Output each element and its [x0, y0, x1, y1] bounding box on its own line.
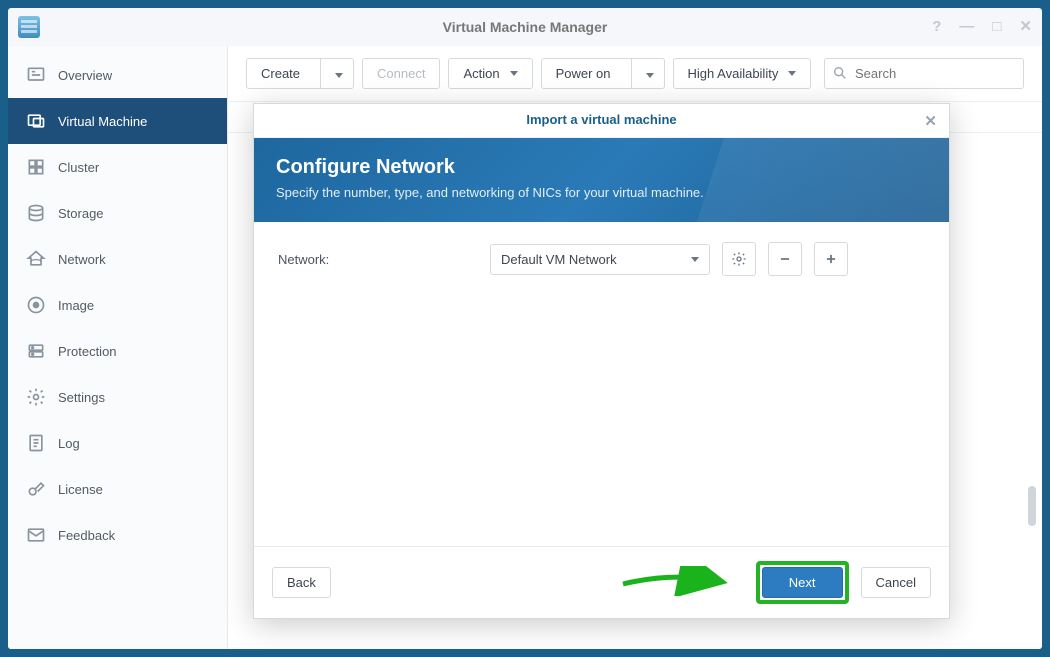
- cancel-button[interactable]: Cancel: [861, 567, 931, 598]
- sidebar: Overview Virtual Machine Cluster Storage…: [8, 46, 228, 649]
- sidebar-item-overview[interactable]: Overview: [8, 52, 227, 98]
- dialog-subheading: Specify the number, type, and networking…: [276, 185, 927, 200]
- vm-icon: [26, 111, 46, 131]
- search-input[interactable]: [824, 58, 1024, 89]
- close-icon[interactable]: ✕: [1019, 8, 1032, 46]
- create-button-label: Create: [247, 59, 314, 88]
- cluster-icon: [26, 157, 46, 177]
- sidebar-item-image[interactable]: Image: [8, 282, 227, 328]
- settings-icon: [26, 387, 46, 407]
- sidebar-item-label: Feedback: [58, 528, 115, 543]
- dialog-footer: Back Next Cancel: [254, 546, 949, 618]
- action-button-label: Action: [463, 66, 499, 81]
- sidebar-item-label: Cluster: [58, 160, 99, 175]
- app-title: Virtual Machine Manager: [443, 19, 608, 35]
- maximize-icon[interactable]: □: [992, 8, 1001, 46]
- network-add-button[interactable]: [814, 242, 848, 276]
- sidebar-item-label: Log: [58, 436, 80, 451]
- log-icon: [26, 433, 46, 453]
- image-icon: [26, 295, 46, 315]
- network-field-row: Network: Default VM Network: [278, 242, 925, 276]
- sidebar-item-network[interactable]: Network: [8, 236, 227, 282]
- connect-button[interactable]: Connect: [362, 58, 440, 89]
- feedback-icon: [26, 525, 46, 545]
- chevron-down-icon: [691, 257, 699, 262]
- search-icon: [832, 65, 848, 81]
- chevron-down-icon: [788, 71, 796, 76]
- sidebar-item-label: Storage: [58, 206, 104, 221]
- sidebar-item-label: Virtual Machine: [58, 114, 147, 129]
- network-remove-button[interactable]: [768, 242, 802, 276]
- power-on-dropdown-icon[interactable]: [631, 59, 664, 88]
- sidebar-item-log[interactable]: Log: [8, 420, 227, 466]
- next-button[interactable]: Next: [762, 567, 843, 598]
- next-button-highlight: Next: [756, 561, 849, 604]
- dialog-hero: Configure Network Specify the number, ty…: [254, 138, 949, 222]
- protection-icon: [26, 341, 46, 361]
- dialog-title: Import a virtual machine ✕: [254, 104, 949, 138]
- overview-icon: [26, 65, 46, 85]
- network-icon: [26, 249, 46, 269]
- dialog-heading: Configure Network: [276, 156, 927, 179]
- sidebar-item-label: Protection: [58, 344, 117, 359]
- sidebar-item-settings[interactable]: Settings: [8, 374, 227, 420]
- power-on-label: Power on: [542, 59, 625, 88]
- app-window: Virtual Machine Manager ? — □ ✕ Overview…: [8, 8, 1042, 649]
- app-icon: [18, 16, 40, 38]
- high-availability-button[interactable]: High Availability: [673, 58, 812, 89]
- sidebar-item-label: Settings: [58, 390, 105, 405]
- sidebar-item-license[interactable]: License: [8, 466, 227, 512]
- sidebar-item-feedback[interactable]: Feedback: [8, 512, 227, 558]
- storage-icon: [26, 203, 46, 223]
- ha-label: High Availability: [688, 66, 779, 81]
- sidebar-item-storage[interactable]: Storage: [8, 190, 227, 236]
- help-icon[interactable]: ?: [932, 8, 941, 46]
- chevron-down-icon: [510, 71, 518, 76]
- network-select[interactable]: Default VM Network: [490, 244, 710, 275]
- minimize-icon[interactable]: —: [959, 8, 974, 46]
- sidebar-item-label: Network: [58, 252, 106, 267]
- action-button[interactable]: Action: [448, 58, 532, 89]
- sidebar-item-virtual-machine[interactable]: Virtual Machine: [8, 98, 227, 144]
- network-select-value: Default VM Network: [501, 252, 617, 267]
- toolbar: Create Connect Action Power on High Avai…: [228, 46, 1042, 102]
- sidebar-item-protection[interactable]: Protection: [8, 328, 227, 374]
- back-button[interactable]: Back: [272, 567, 331, 598]
- network-label: Network:: [278, 252, 478, 267]
- create-button[interactable]: Create: [246, 58, 354, 89]
- sidebar-item-cluster[interactable]: Cluster: [8, 144, 227, 190]
- sidebar-item-label: Overview: [58, 68, 112, 83]
- create-dropdown-icon[interactable]: [320, 59, 353, 88]
- titlebar: Virtual Machine Manager ? — □ ✕: [8, 8, 1042, 46]
- dialog-close-icon[interactable]: ✕: [924, 112, 937, 130]
- network-settings-button[interactable]: [722, 242, 756, 276]
- sidebar-item-label: License: [58, 482, 103, 497]
- power-on-button[interactable]: Power on: [541, 58, 665, 89]
- vertical-scrollbar[interactable]: [1028, 486, 1036, 526]
- import-vm-dialog: Import a virtual machine ✕ Configure Net…: [253, 103, 950, 619]
- license-icon: [26, 479, 46, 499]
- sidebar-item-label: Image: [58, 298, 94, 313]
